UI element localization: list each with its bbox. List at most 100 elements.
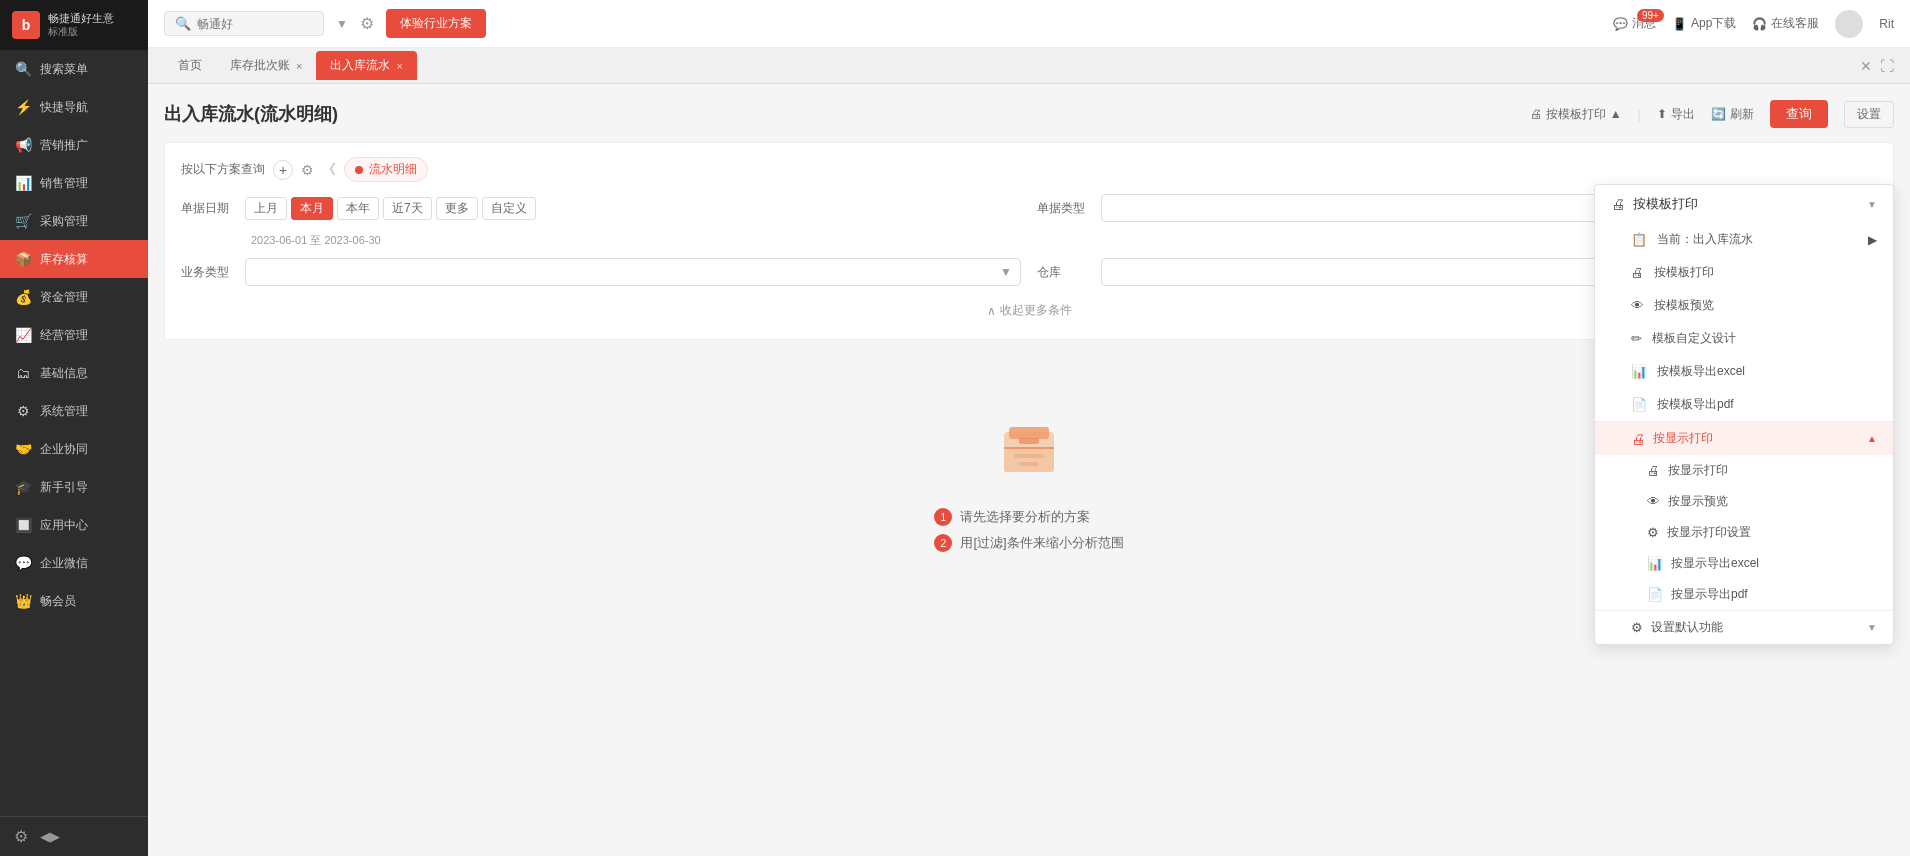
topbar-search-dropdown-icon[interactable]: ▼ <box>336 17 348 31</box>
window-close-button[interactable]: ✕ <box>1860 58 1872 74</box>
empty-step-1: 1 请先选择要分析的方案 <box>934 508 1123 526</box>
svg-rect-2 <box>1019 438 1039 444</box>
this-year-button[interactable]: 本年 <box>337 197 379 220</box>
tab-batch-label: 库存批次账 <box>230 57 290 74</box>
collapse-footer-icon[interactable]: ◀▶ <box>40 829 60 844</box>
condition-settings-button[interactable]: ⚙ <box>301 162 314 178</box>
tab-batch[interactable]: 库存批次账 × <box>216 51 316 80</box>
custom-date-button[interactable]: 自定义 <box>482 197 536 220</box>
sidebar-item-sales[interactable]: 📊 销售管理 <box>0 164 148 202</box>
display-print-header[interactable]: 🖨 按显示打印 ▲ <box>1595 422 1893 455</box>
tab-flow[interactable]: 出入库流水 × <box>316 51 416 80</box>
display-print-item[interactable]: 🖨 按显示打印 <box>1595 455 1893 486</box>
sidebar-item-quick-nav[interactable]: ⚡ 快捷导航 <box>0 88 148 126</box>
svg-rect-3 <box>1004 448 1054 472</box>
sidebar-item-search[interactable]: 🔍 搜索菜单 <box>0 50 148 88</box>
more-date-button[interactable]: 更多 <box>436 197 478 220</box>
date-range-text: 2023-06-01 至 2023-06-30 <box>251 234 381 246</box>
refresh-button[interactable]: 🔄 刷新 <box>1711 106 1754 123</box>
topbar-search-input[interactable] <box>197 17 297 31</box>
collapse-left-button[interactable]: 《 <box>322 161 336 179</box>
display-preview-item[interactable]: 👁 按显示预览 <box>1595 486 1893 517</box>
template-excel-icon: 📊 <box>1631 364 1647 379</box>
tab-flow-label: 出入库流水 <box>330 57 390 74</box>
query-button[interactable]: 查询 <box>1770 100 1828 128</box>
display-preview-label: 按显示预览 <box>1668 493 1728 510</box>
print-template-button[interactable]: 🖨 按模板打印 ▲ <box>1530 106 1622 123</box>
settings-button[interactable]: 设置 <box>1844 101 1894 128</box>
export-icon: ⬆ <box>1657 107 1667 121</box>
display-export-pdf-item[interactable]: 📄 按显示导出pdf <box>1595 579 1893 610</box>
collapse-more-label: 收起更多条件 <box>1000 302 1072 319</box>
sidebar-item-inventory[interactable]: 📦 库存核算 <box>0 240 148 278</box>
display-pdf-icon: 📄 <box>1647 587 1663 602</box>
set-default-function-item[interactable]: ⚙ 设置默认功能 ▼ <box>1595 611 1893 644</box>
topbar-search-box[interactable]: 🔍 <box>164 11 324 36</box>
collab-icon: 🤝 <box>14 440 32 458</box>
tab-batch-close-icon[interactable]: × <box>296 60 302 72</box>
svg-rect-1 <box>1009 427 1049 439</box>
tab-flow-close-icon[interactable]: × <box>396 60 402 72</box>
sidebar-item-member[interactable]: 👑 畅会员 <box>0 582 148 620</box>
sidebar-item-label: 快捷导航 <box>40 99 88 116</box>
template-preview-label: 按模板预览 <box>1654 297 1714 314</box>
filter-tag[interactable]: 流水明细 <box>344 157 428 182</box>
sidebar-item-purchase[interactable]: 🛒 采购管理 <box>0 202 148 240</box>
step-1-number: 1 <box>934 508 952 526</box>
message-button[interactable]: 💬 消息 99+ <box>1613 15 1656 32</box>
template-custom-item[interactable]: ✏ 模板自定义设计 <box>1595 322 1893 355</box>
sidebar-item-system[interactable]: ⚙ 系统管理 <box>0 392 148 430</box>
template-print-section: 🖨 按模板打印 ▼ 📋 当前：出入库流水 ▶ 🖨 按模板打印 👁 <box>1595 185 1893 422</box>
print-dropdown-chevron-icon: ▲ <box>1610 107 1622 121</box>
business-type-select[interactable]: ▼ <box>245 258 1021 286</box>
sidebar-item-finance[interactable]: 💰 资金管理 <box>0 278 148 316</box>
date-label: 单据日期 <box>181 200 237 217</box>
app-download-button[interactable]: 📱 App下载 <box>1672 15 1736 32</box>
sidebar-footer: ⚙ ◀▶ <box>0 816 148 856</box>
user-avatar[interactable] <box>1835 10 1863 38</box>
sidebar-item-marketing[interactable]: 📢 营销推广 <box>0 126 148 164</box>
svg-rect-6 <box>1019 462 1039 466</box>
phone-icon: 📱 <box>1672 17 1687 31</box>
export-button[interactable]: ⬆ 导出 <box>1657 106 1695 123</box>
sidebar-item-basics[interactable]: 🗂 基础信息 <box>0 354 148 392</box>
last-month-button[interactable]: 上月 <box>245 197 287 220</box>
message-icon: 💬 <box>1613 17 1628 31</box>
topbar: 🔍 ▼ ⚙ 体验行业方案 💬 消息 99+ 📱 App下载 🎧 在线客服 Rit <box>148 0 1910 48</box>
settings-footer-icon[interactable]: ⚙ <box>14 827 28 846</box>
refresh-icon: 🔄 <box>1711 107 1726 121</box>
template-export-pdf-item[interactable]: 📄 按模板导出pdf <box>1595 388 1893 421</box>
collapse-arrow-up-icon: ∧ <box>987 304 996 318</box>
display-section-chevron-icon: ▲ <box>1867 433 1877 444</box>
quick-nav-icon: ⚡ <box>14 98 32 116</box>
online-service-button[interactable]: 🎧 在线客服 <box>1752 15 1819 32</box>
sidebar-item-collab[interactable]: 🤝 企业协同 <box>0 430 148 468</box>
display-export-excel-item[interactable]: 📊 按显示导出excel <box>1595 548 1893 579</box>
empty-step-2: 2 用[过滤]条件来缩小分析范围 <box>934 534 1123 552</box>
last-7-days-button[interactable]: 近7天 <box>383 197 432 220</box>
trial-industry-button[interactable]: 体验行业方案 <box>386 9 486 38</box>
sidebar-item-apps[interactable]: 🔲 应用中心 <box>0 506 148 544</box>
sidebar-item-label: 应用中心 <box>40 517 88 534</box>
tab-home[interactable]: 首页 <box>164 51 216 80</box>
this-month-button[interactable]: 本月 <box>291 197 333 220</box>
sales-icon: 📊 <box>14 174 32 192</box>
topbar-gear-icon[interactable]: ⚙ <box>360 14 374 33</box>
sidebar-logo: b 畅捷通好生意 标准版 <box>0 0 148 50</box>
sidebar-item-label: 基础信息 <box>40 365 88 382</box>
template-print-item[interactable]: 🖨 按模板打印 <box>1595 256 1893 289</box>
template-print-header-label: 按模板打印 <box>1633 195 1698 213</box>
display-print-settings-item[interactable]: ⚙ 按显示打印设置 <box>1595 517 1893 548</box>
sidebar-item-guide[interactable]: 🎓 新手引导 <box>0 468 148 506</box>
template-print-header[interactable]: 🖨 按模板打印 ▼ <box>1595 185 1893 223</box>
step-2-text: 用[过滤]条件来缩小分析范围 <box>960 534 1123 552</box>
sidebar-item-wechat[interactable]: 💬 企业微信 <box>0 544 148 582</box>
content-area: 出入库流水(流水明细) 🖨 按模板打印 ▲ | ⬆ 导出 🔄 刷新 查询 设置 <box>148 84 1910 856</box>
add-condition-button[interactable]: + <box>273 160 293 180</box>
current-template-item[interactable]: 📋 当前：出入库流水 ▶ <box>1595 223 1893 256</box>
template-section-chevron-icon: ▼ <box>1867 199 1877 210</box>
template-export-excel-item[interactable]: 📊 按模板导出excel <box>1595 355 1893 388</box>
sidebar-item-operations[interactable]: 📈 经营管理 <box>0 316 148 354</box>
template-preview-item[interactable]: 👁 按模板预览 <box>1595 289 1893 322</box>
window-maximize-button[interactable]: ⛶ <box>1880 58 1894 74</box>
